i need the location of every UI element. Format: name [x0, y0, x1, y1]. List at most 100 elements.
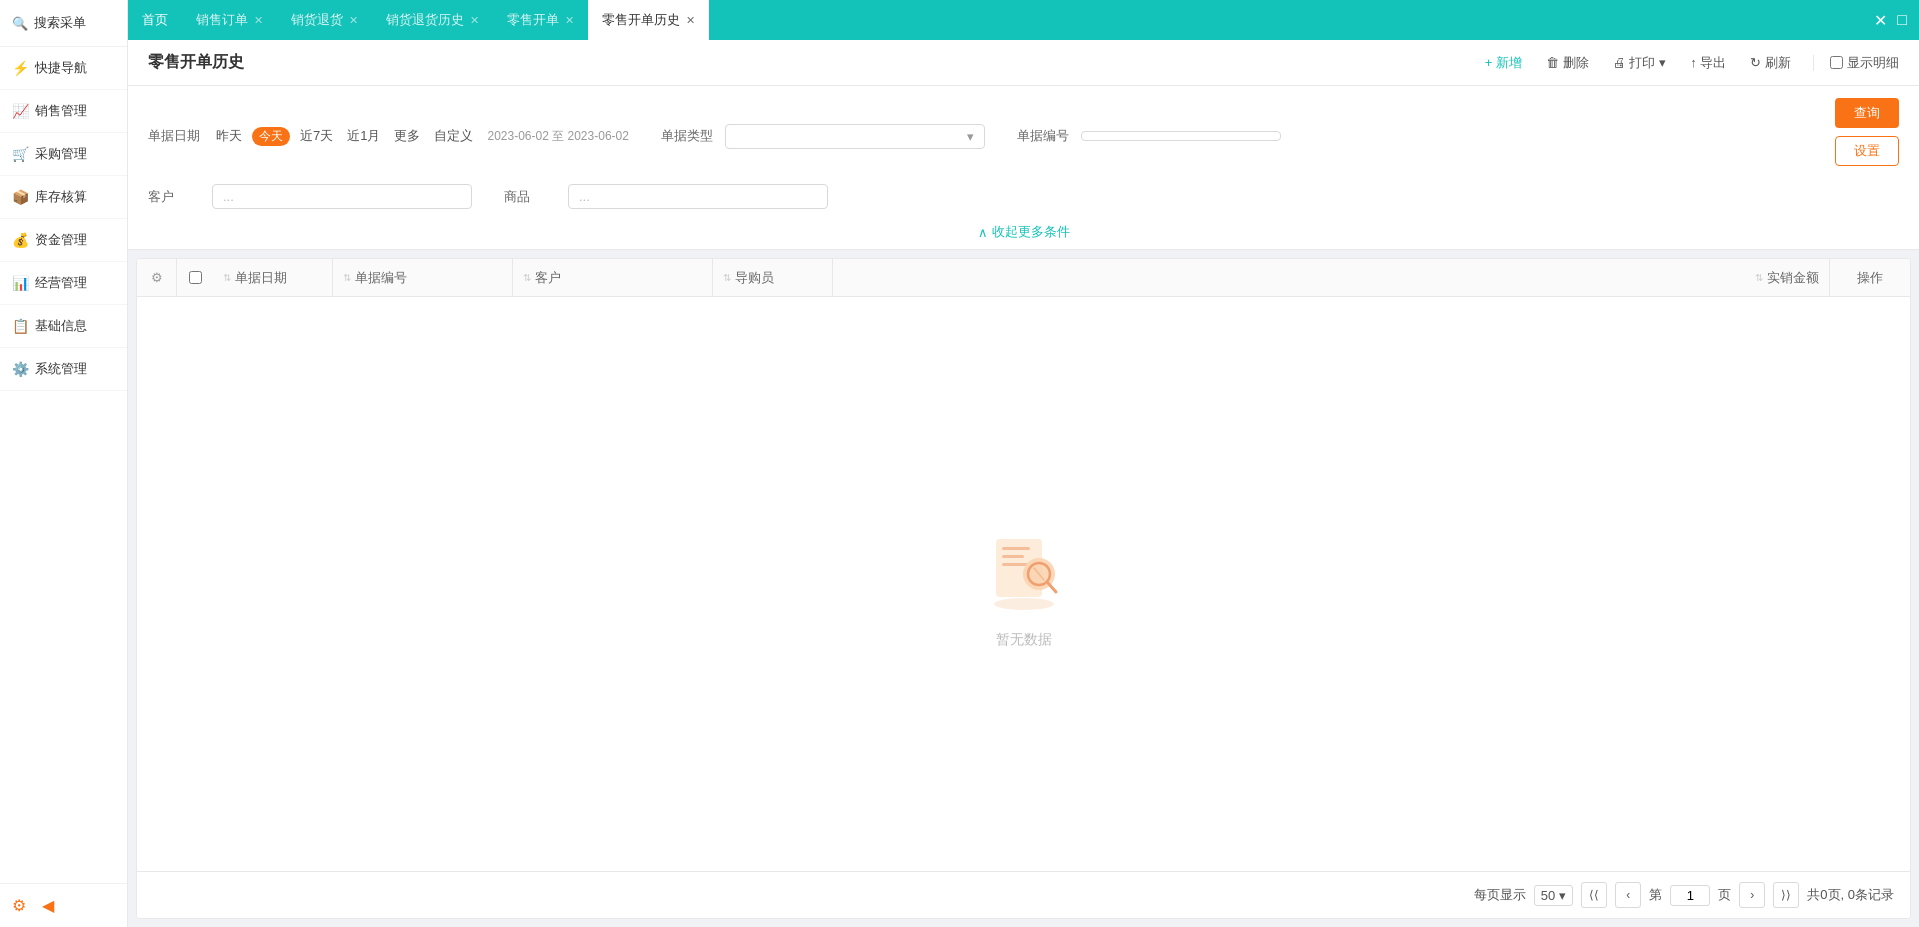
page-last-btn[interactable]: ⟩⟩ — [1773, 882, 1799, 908]
empty-text: 暂无数据 — [996, 631, 1052, 649]
show-detail-checkbox-label[interactable]: 显示明细 — [1830, 54, 1899, 72]
refresh-button[interactable]: ↻ 刷新 — [1744, 50, 1797, 76]
date-today[interactable]: 今天 — [252, 127, 290, 146]
tab-bar: 首页 销售订单 ✕ 销货退货 ✕ 销货退货历史 ✕ 零售开单 ✕ 零售开单历史 … — [128, 0, 1919, 40]
page-label: 第 — [1649, 886, 1662, 904]
tab-home-label: 首页 — [142, 11, 168, 29]
toolbar-actions: + 新增 🗑 删除 🖨 打印 ▾ ↑ 导出 ↻ 刷新 显示明细 — [1479, 50, 1899, 76]
date-yesterday[interactable]: 昨天 — [212, 126, 246, 146]
print-dropdown-icon[interactable]: ▾ — [1659, 55, 1666, 70]
sidebar-item-sales-mgmt[interactable]: 📈 销售管理 — [0, 90, 127, 133]
add-label: + 新增 — [1485, 54, 1522, 72]
print-button[interactable]: 🖨 打印 ▾ — [1607, 50, 1673, 76]
per-page-arrow-icon: ▾ — [1559, 888, 1566, 903]
col-header-date[interactable]: ⇅ 单据日期 — [213, 259, 333, 296]
sidebar-item-label: 资金管理 — [35, 231, 87, 249]
sidebar-item-basic-info[interactable]: 📋 基础信息 — [0, 305, 127, 348]
tab-sales-return-close[interactable]: ✕ — [349, 14, 358, 27]
window-close-icon[interactable]: ✕ — [1874, 11, 1887, 30]
collapse-sidebar-icon[interactable]: ◀ — [42, 896, 54, 915]
sidebar-item-label: 销售管理 — [35, 102, 87, 120]
svg-line-7 — [1048, 583, 1056, 592]
goods-input[interactable]: ... — [568, 184, 828, 209]
show-detail-checkbox[interactable] — [1830, 56, 1843, 69]
sort-icon: ⇅ — [723, 272, 731, 283]
purchase-mgmt-icon: 🛒 — [12, 146, 29, 162]
goods-placeholder: ... — [579, 189, 590, 204]
col-header-client[interactable]: ⇅ 客户 — [513, 259, 713, 296]
tab-sales-order-close[interactable]: ✕ — [254, 14, 263, 27]
add-button[interactable]: + 新增 — [1479, 50, 1528, 76]
sidebar-search[interactable]: 🔍 搜索采单 — [0, 0, 127, 47]
doc-type-arrow-icon: ▾ — [967, 129, 974, 144]
sidebar-item-inventory[interactable]: 📦 库存核算 — [0, 176, 127, 219]
col-header-amount[interactable]: ⇅ 实销金额 — [833, 259, 1830, 296]
tab-bar-right: ✕ □ — [1874, 11, 1919, 30]
sidebar-item-ops-mgmt[interactable]: 📊 经营管理 — [0, 262, 127, 305]
client-input[interactable]: ... — [212, 184, 472, 209]
page-first-btn[interactable]: ⟨⟨ — [1581, 882, 1607, 908]
col-header-guide[interactable]: ⇅ 导购员 — [713, 259, 833, 296]
tab-retail-open-close[interactable]: ✕ — [565, 14, 574, 27]
table-select-all[interactable] — [177, 271, 213, 284]
tab-retail-open-history-label: 零售开单历史 — [602, 11, 680, 29]
sidebar-search-label: 搜索采单 — [34, 14, 86, 32]
select-all-checkbox[interactable] — [189, 271, 202, 284]
per-page-select[interactable]: 50 ▾ — [1534, 885, 1573, 906]
col-op-label: 操作 — [1857, 269, 1883, 287]
delete-button[interactable]: 🗑 删除 — [1540, 50, 1595, 76]
sidebar: 🔍 搜索采单 ⚡ 快捷导航 📈 销售管理 🛒 采购管理 📦 库存核算 💰 资金管… — [0, 0, 128, 927]
date-more[interactable]: 更多 — [390, 126, 424, 146]
page-prev-btn[interactable]: ‹ — [1615, 882, 1641, 908]
settings-icon[interactable]: ⚙ — [12, 896, 26, 915]
tab-retail-open-history[interactable]: 零售开单历史 ✕ — [588, 0, 709, 40]
toolbar-divider — [1813, 55, 1814, 71]
settings-button[interactable]: 设置 — [1835, 136, 1899, 166]
page-next-btn[interactable]: › — [1739, 882, 1765, 908]
tab-home[interactable]: 首页 — [128, 0, 182, 40]
table-settings-icon[interactable]: ⚙ — [137, 259, 177, 296]
tab-sales-order[interactable]: 销售订单 ✕ — [182, 0, 277, 40]
chevron-up-icon: ∧ — [978, 225, 988, 240]
table-header: ⚙ ⇅ 单据日期 ⇅ 单据编号 ⇅ 客户 ⇅ 导购员 ⇅ 实销金额 — [137, 259, 1910, 297]
col-header-sn[interactable]: ⇅ 单据编号 — [333, 259, 513, 296]
filter-collapse-button[interactable]: ∧ 收起更多条件 — [148, 219, 1899, 249]
tab-retail-open-label: 零售开单 — [507, 11, 559, 29]
doc-type-select[interactable]: ▾ — [725, 124, 985, 149]
per-page-label: 每页显示 — [1474, 886, 1526, 904]
goods-filter-label: 商品 — [504, 188, 560, 206]
per-page-value: 50 — [1541, 888, 1555, 903]
sidebar-item-quick-nav[interactable]: ⚡ 快捷导航 — [0, 47, 127, 90]
pagination: 每页显示 50 ▾ ⟨⟨ ‹ 第 页 › ⟩⟩ 共0页, 0条记录 — [137, 871, 1910, 918]
doc-number-input[interactable] — [1081, 131, 1281, 141]
date-1month[interactable]: 近1月 — [343, 126, 384, 146]
export-button[interactable]: ↑ 导出 — [1684, 50, 1732, 76]
tab-retail-open[interactable]: 零售开单 ✕ — [493, 0, 588, 40]
empty-state: 暂无数据 — [137, 297, 1910, 871]
date-shortcuts: 昨天 今天 近7天 近1月 更多 自定义 2023-06-02 至 2023-0… — [212, 126, 629, 146]
total-text: 共0页, 0条记录 — [1807, 886, 1894, 904]
tab-sales-return-history-close[interactable]: ✕ — [470, 14, 479, 27]
inventory-icon: 📦 — [12, 189, 29, 205]
window-restore-icon[interactable]: □ — [1897, 11, 1907, 29]
sidebar-item-purchase-mgmt[interactable]: 🛒 采购管理 — [0, 133, 127, 176]
svg-rect-4 — [1002, 563, 1028, 566]
sidebar-item-label: 库存核算 — [35, 188, 87, 206]
sidebar-item-label: 经营管理 — [35, 274, 87, 292]
sidebar-item-sys-mgmt[interactable]: ⚙️ 系统管理 — [0, 348, 127, 391]
tab-sales-return[interactable]: 销货退货 ✕ — [277, 0, 372, 40]
empty-icon — [974, 519, 1074, 619]
query-button[interactable]: 查询 — [1835, 98, 1899, 128]
sidebar-item-label: 系统管理 — [35, 360, 87, 378]
tab-retail-open-history-close[interactable]: ✕ — [686, 14, 695, 27]
sys-mgmt-icon: ⚙️ — [12, 361, 29, 377]
date-7days[interactable]: 近7天 — [296, 126, 337, 146]
doc-type-label: 单据类型 — [661, 127, 717, 145]
svg-point-0 — [994, 598, 1054, 610]
page-title: 零售开单历史 — [148, 52, 244, 73]
page-number-input[interactable] — [1670, 885, 1710, 906]
tab-sales-return-history[interactable]: 销货退货历史 ✕ — [372, 0, 493, 40]
sidebar-item-finance[interactable]: 💰 资金管理 — [0, 219, 127, 262]
date-custom[interactable]: 自定义 — [430, 126, 477, 146]
quick-nav-icon: ⚡ — [12, 60, 29, 76]
